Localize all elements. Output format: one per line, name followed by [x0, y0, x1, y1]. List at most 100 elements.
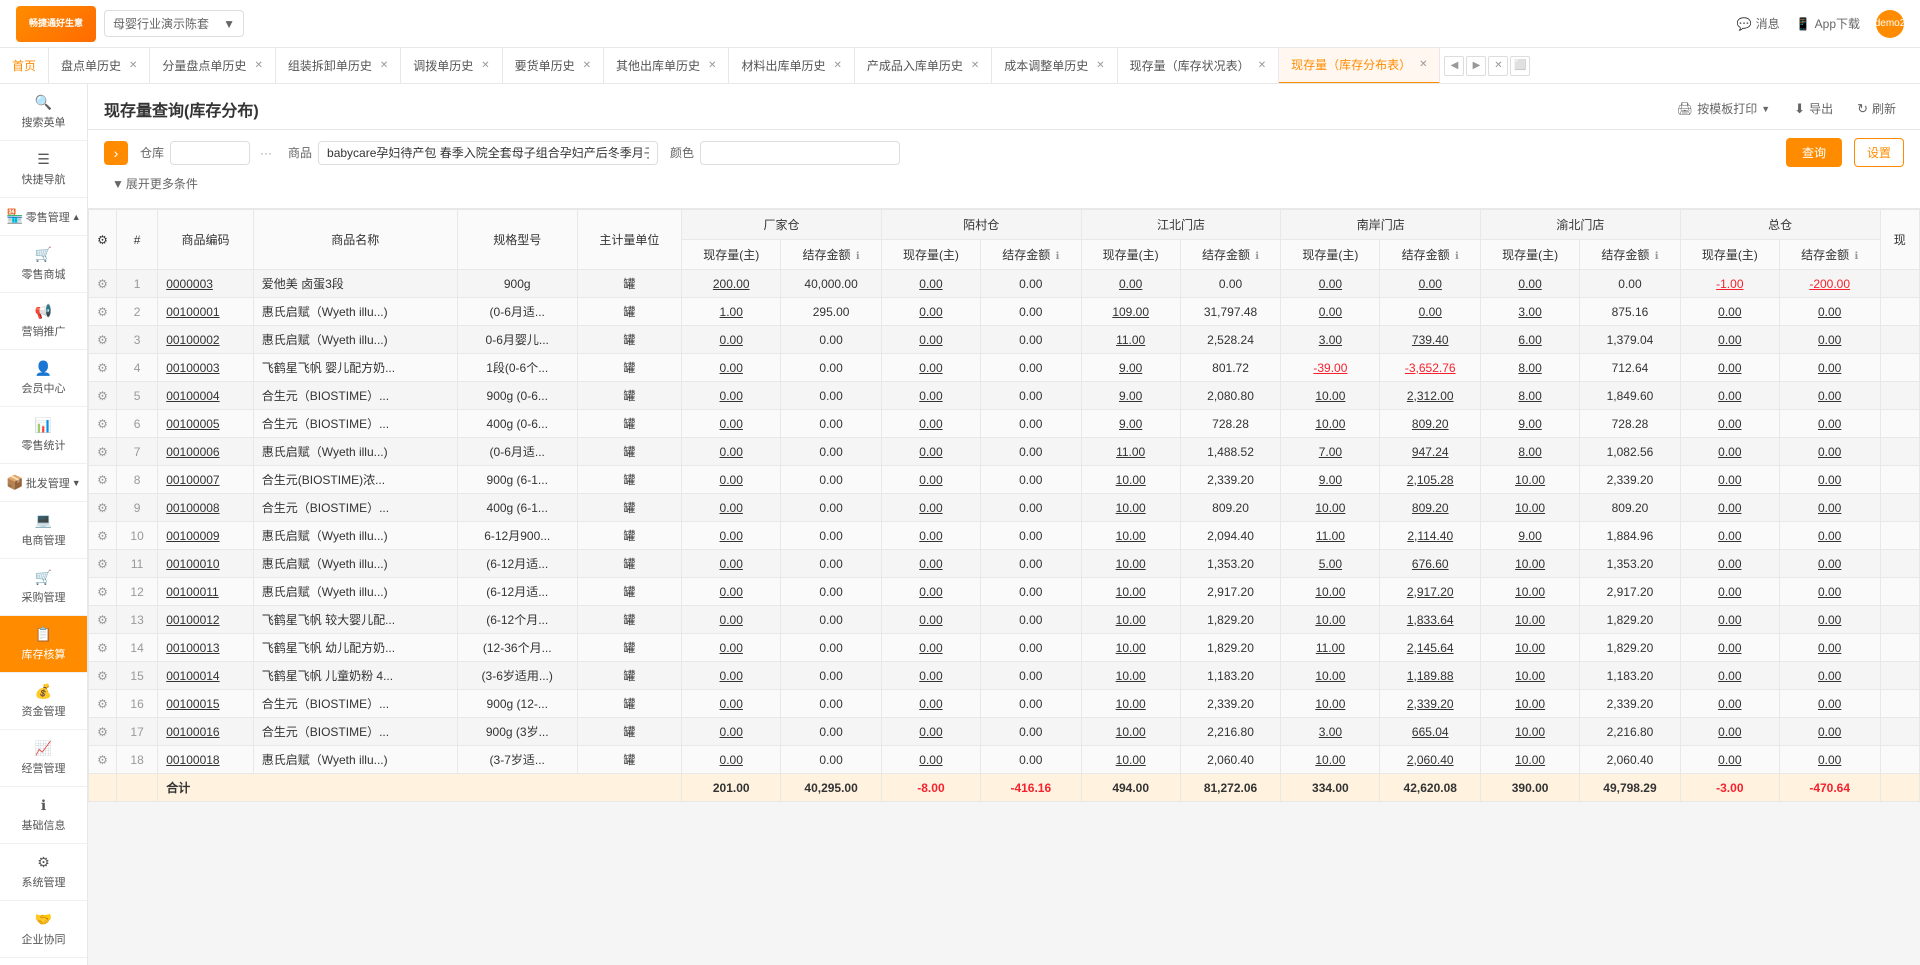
sidebar-item-finance[interactable]: 💰 资金管理 [0, 673, 87, 730]
tab-material-out[interactable]: 材料出库单历史 ✕ [729, 48, 854, 84]
nav-next-btn[interactable]: ▶ [1466, 56, 1486, 76]
cell-mc-qty[interactable]: 0.00 [881, 270, 980, 298]
cell-yb-qty[interactable]: 10.00 [1481, 634, 1580, 662]
cell-mc-qty[interactable]: 0.00 [881, 690, 980, 718]
tab-stock-status[interactable]: 现存量（库存状况表） ✕ [1118, 48, 1279, 84]
close-icon[interactable]: ✕ [254, 60, 262, 71]
cell-code[interactable]: 00100009 [158, 522, 254, 550]
close-icon[interactable]: ✕ [971, 60, 979, 71]
cell-jb-qty[interactable]: 10.00 [1081, 494, 1180, 522]
cell-total-qty[interactable]: 0.00 [1680, 298, 1779, 326]
cell-code[interactable]: 0000003 [158, 270, 254, 298]
cell-jb-qty[interactable]: 10.00 [1081, 746, 1180, 774]
cell-gear[interactable]: ⚙ [89, 438, 117, 466]
cell-jb-qty[interactable]: 9.00 [1081, 410, 1180, 438]
tab-cost-adjust[interactable]: 成本调整单历史 ✕ [992, 48, 1117, 84]
warehouse-input[interactable] [170, 141, 250, 165]
cell-yb-qty[interactable]: 10.00 [1481, 606, 1580, 634]
sidebar-item-collab[interactable]: 🤝 企业协同 [0, 901, 87, 958]
cell-code[interactable]: 00100002 [158, 326, 254, 354]
sidebar-item-nav[interactable]: ☰ 快捷导航 [0, 141, 87, 198]
cell-na-qty[interactable]: 9.00 [1281, 466, 1380, 494]
cell-code[interactable]: 00100012 [158, 606, 254, 634]
cell-code[interactable]: 00100013 [158, 634, 254, 662]
cell-code[interactable]: 00100007 [158, 466, 254, 494]
cell-gear[interactable]: ⚙ [89, 298, 117, 326]
cell-gear[interactable]: ⚙ [89, 634, 117, 662]
cell-total-qty[interactable]: 0.00 [1680, 746, 1779, 774]
info-cf-icon[interactable]: ℹ [856, 251, 860, 262]
info-mc-icon[interactable]: ℹ [1056, 251, 1060, 262]
cell-cf-qty[interactable]: 0.00 [682, 634, 781, 662]
cell-total-qty[interactable]: 0.00 [1680, 690, 1779, 718]
message-btn[interactable]: 💬 消息 [1737, 15, 1780, 32]
expand-button[interactable]: ▼ 展开更多条件 [104, 171, 1904, 196]
sidebar-item-mall[interactable]: 🛒 零售商城 [0, 236, 87, 293]
cell-mc-qty[interactable]: 0.00 [881, 522, 980, 550]
cell-gear[interactable]: ⚙ [89, 494, 117, 522]
cell-code[interactable]: 00100003 [158, 354, 254, 382]
cell-code[interactable]: 00100014 [158, 662, 254, 690]
cell-yb-qty[interactable]: 3.00 [1481, 298, 1580, 326]
cell-total-qty[interactable]: 0.00 [1680, 522, 1779, 550]
cell-total-qty[interactable]: 0.00 [1680, 438, 1779, 466]
cell-yb-qty[interactable]: 10.00 [1481, 690, 1580, 718]
cell-yb-qty[interactable]: 9.00 [1481, 410, 1580, 438]
cell-na-qty[interactable]: 5.00 [1281, 550, 1380, 578]
close-icon[interactable]: ✕ [1258, 60, 1266, 71]
sidebar-item-retail[interactable]: 🏪 零售管理 ▲ [0, 198, 87, 236]
close-icon[interactable]: ✕ [1096, 60, 1104, 71]
cell-jb-qty[interactable]: 0.00 [1081, 270, 1180, 298]
cell-mc-qty[interactable]: 0.00 [881, 662, 980, 690]
cell-code[interactable]: 00100001 [158, 298, 254, 326]
app-download-btn[interactable]: 📱 App下载 [1796, 15, 1860, 32]
sidebar-item-system[interactable]: ⚙ 系统管理 [0, 844, 87, 901]
cell-jb-qty[interactable]: 10.00 [1081, 466, 1180, 494]
cell-total-qty[interactable]: 0.00 [1680, 718, 1779, 746]
tab-home[interactable]: 首页 [0, 48, 49, 84]
cell-total-qty[interactable]: 0.00 [1680, 662, 1779, 690]
cell-gear[interactable]: ⚙ [89, 662, 117, 690]
cell-total-qty[interactable]: 0.00 [1680, 634, 1779, 662]
cell-code[interactable]: 00100006 [158, 438, 254, 466]
cell-cf-qty[interactable]: 0.00 [682, 382, 781, 410]
cell-yb-qty[interactable]: 10.00 [1481, 466, 1580, 494]
color-input[interactable] [700, 141, 900, 165]
tab-stock-dist[interactable]: 现存量（库存分布表） ✕ [1279, 48, 1440, 84]
collapse-btn[interactable]: › [104, 141, 128, 165]
cell-gear[interactable]: ⚙ [89, 326, 117, 354]
cell-na-qty[interactable]: 0.00 [1281, 270, 1380, 298]
cell-yb-qty[interactable]: 10.00 [1481, 718, 1580, 746]
cell-code[interactable]: 00100018 [158, 746, 254, 774]
cell-jb-qty[interactable]: 10.00 [1081, 606, 1180, 634]
cell-gear[interactable]: ⚙ [89, 606, 117, 634]
cell-gear[interactable]: ⚙ [89, 354, 117, 382]
cell-jb-qty[interactable]: 109.00 [1081, 298, 1180, 326]
cell-yb-qty[interactable]: 10.00 [1481, 578, 1580, 606]
cell-gear[interactable]: ⚙ [89, 270, 117, 298]
print-btn[interactable]: 🖨 按模板打印 ▼ [1669, 96, 1778, 121]
cell-gear[interactable]: ⚙ [89, 522, 117, 550]
cell-na-qty[interactable]: 7.00 [1281, 438, 1380, 466]
tab-inventory-check[interactable]: 盘点单历史 ✕ [49, 48, 150, 84]
cell-gear[interactable]: ⚙ [89, 718, 117, 746]
cell-cf-qty[interactable]: 0.00 [682, 494, 781, 522]
cell-total-qty[interactable]: 0.00 [1680, 550, 1779, 578]
cell-cf-qty[interactable]: 200.00 [682, 270, 781, 298]
cell-gear[interactable]: ⚙ [89, 382, 117, 410]
cell-yb-qty[interactable]: 10.00 [1481, 662, 1580, 690]
goods-input[interactable] [318, 141, 658, 165]
tab-transfer[interactable]: 调拨单历史 ✕ [401, 48, 502, 84]
cell-cf-qty[interactable]: 0.00 [682, 326, 781, 354]
cell-cf-qty[interactable]: 0.00 [682, 690, 781, 718]
info-na-icon[interactable]: ℹ [1455, 251, 1459, 262]
cell-na-qty[interactable]: 10.00 [1281, 410, 1380, 438]
sidebar-item-purchase[interactable]: 🛒 采购管理 [0, 559, 87, 616]
industry-select[interactable]: 母婴行业演示陈套 ▼ [104, 10, 244, 37]
cell-cf-qty[interactable]: 0.00 [682, 354, 781, 382]
cell-code[interactable]: 00100005 [158, 410, 254, 438]
cell-cf-qty[interactable]: 0.00 [682, 746, 781, 774]
cell-na-qty[interactable]: 10.00 [1281, 494, 1380, 522]
sidebar-item-wholesale[interactable]: 📦 批发管理 ▼ [0, 464, 87, 502]
cell-cf-qty[interactable]: 0.00 [682, 550, 781, 578]
